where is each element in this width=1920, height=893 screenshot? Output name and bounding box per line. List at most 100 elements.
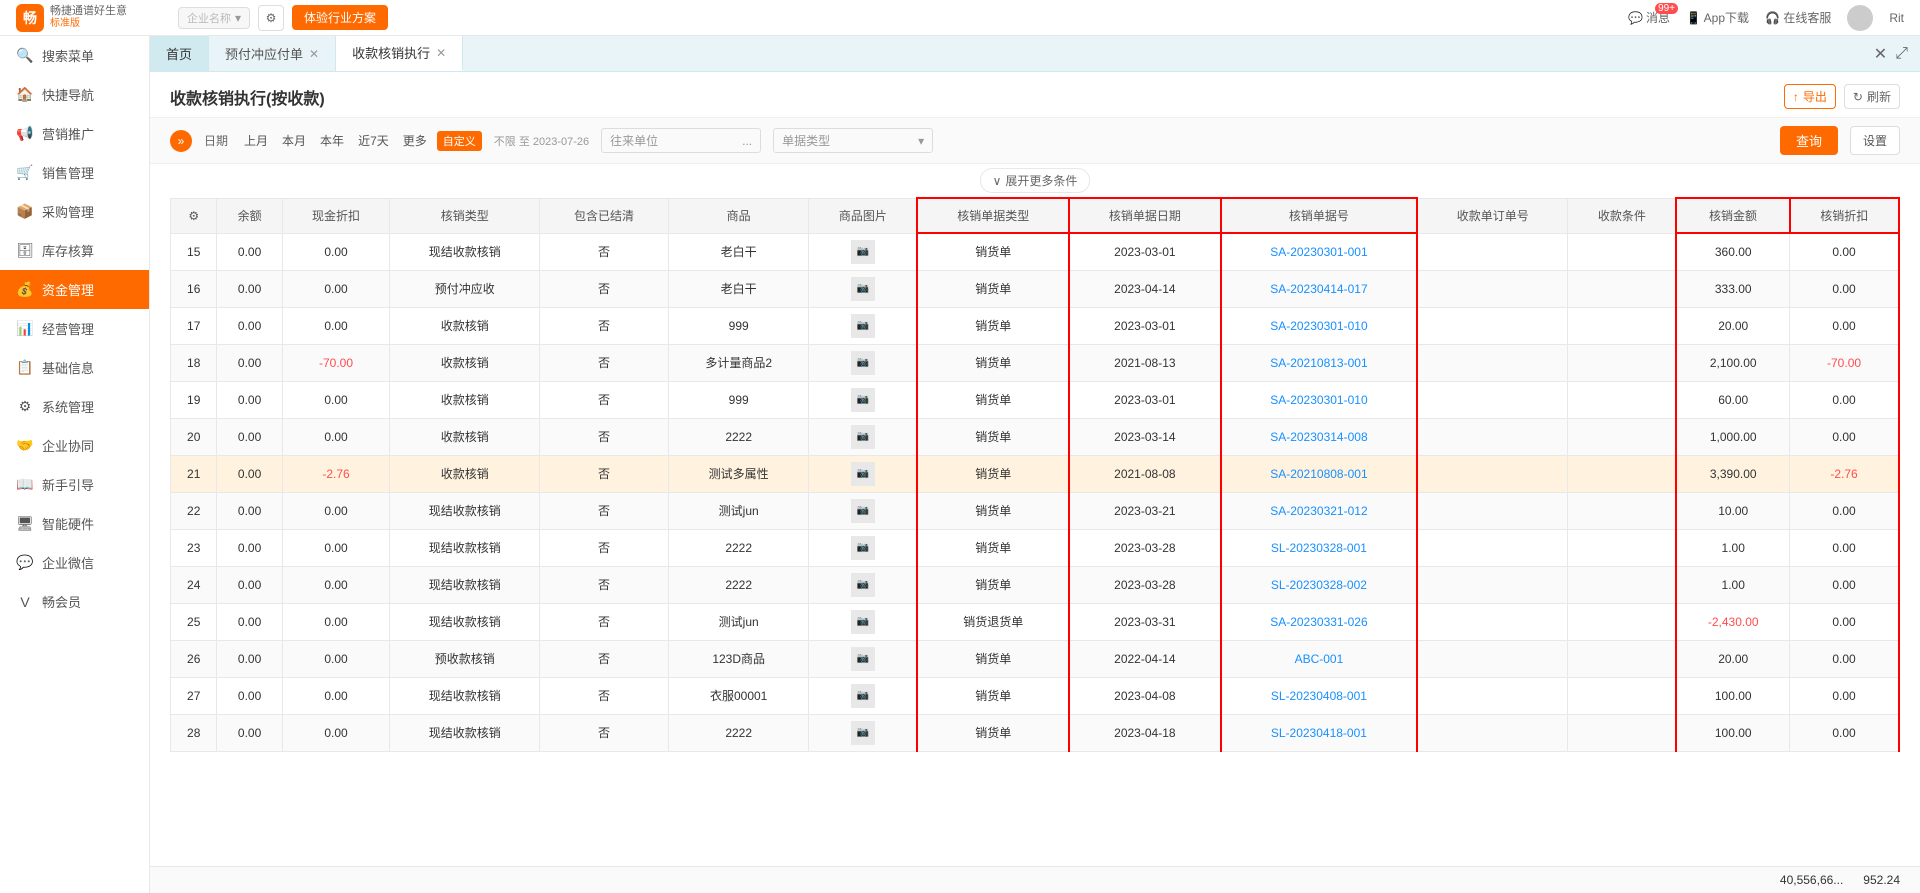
table-row-verify-type: 现结收款核销	[390, 233, 540, 270]
table-row-doc-no[interactable]: SL-20230328-002	[1221, 566, 1417, 603]
filter-settings-button[interactable]: 设置	[1850, 126, 1900, 155]
tab-home[interactable]: 首页	[150, 36, 209, 71]
date-this-month[interactable]: 本月	[278, 130, 310, 151]
sidebar-item-business[interactable]: 📊 经营管理	[0, 309, 149, 348]
refresh-button[interactable]: ↻ 刷新	[1844, 84, 1900, 109]
counterpart-input[interactable]: 往来单位 ...	[601, 128, 761, 153]
query-button[interactable]: 查询	[1780, 126, 1838, 155]
message-button[interactable]: 💬 消息 99+	[1628, 9, 1670, 26]
table-row-discount: 0.00	[1790, 714, 1899, 751]
table-row-doc-no[interactable]: ABC-001	[1221, 640, 1417, 677]
online-service-button[interactable]: 🎧 在线客服	[1765, 9, 1831, 26]
table-row-doc-no[interactable]: SA-20210808-001	[1221, 455, 1417, 492]
table-row-doc-no[interactable]: SL-20230408-001	[1221, 677, 1417, 714]
avatar[interactable]	[1847, 5, 1873, 31]
col-settings[interactable]: ⚙	[171, 198, 217, 233]
table-row-terms	[1568, 418, 1676, 455]
table-row-doc-type: 销货单	[917, 566, 1069, 603]
sidebar-item-guide[interactable]: 📖 新手引导	[0, 465, 149, 504]
industry-button[interactable]: 体验行业方案	[292, 5, 388, 30]
table-row-image: 📷	[809, 344, 917, 381]
table-row-doc-no[interactable]: SA-20230301-001	[1221, 233, 1417, 270]
date-this-year[interactable]: 本年	[316, 130, 348, 151]
tab-expand-icon[interactable]: ⤢	[1895, 45, 1908, 63]
table-row-terms	[1568, 233, 1676, 270]
date-last-month[interactable]: 上月	[240, 130, 272, 151]
sidebar-item-search[interactable]: 🔍 搜索菜单	[0, 36, 149, 75]
date-filter-label: 日期	[204, 132, 228, 149]
sidebar-item-collab[interactable]: 🤝 企业协同	[0, 426, 149, 465]
table-row-terms	[1568, 603, 1676, 640]
sidebar-item-sales[interactable]: 🛒 销售管理	[0, 153, 149, 192]
table-row-id: 27	[171, 677, 217, 714]
tab-prepay[interactable]: 预付冲应付单 ✕	[209, 36, 336, 71]
date-7days[interactable]: 近7天	[354, 130, 393, 151]
table-row-cash-discount: 0.00	[282, 381, 390, 418]
table-row-id: 18	[171, 344, 217, 381]
table-row-cash-discount: 0.00	[282, 677, 390, 714]
table-footer: 40,556,66... 952.24	[150, 866, 1920, 893]
table-area: ⚙ 余额 现金折扣 核销类型 包含已结清 商品 商品图片 核销单据类型 核销单据…	[150, 197, 1920, 866]
sidebar-item-wechat[interactable]: 💬 企业微信	[0, 543, 149, 582]
sidebar-item-marketing[interactable]: 📢 营销推广	[0, 114, 149, 153]
table-row-amount: -2,430.00	[1676, 603, 1789, 640]
table-row-balance: 0.00	[217, 418, 282, 455]
doc-type-select[interactable]: 单据类型 ▾	[773, 128, 933, 153]
app-download-button[interactable]: 📱 App下载	[1686, 9, 1749, 26]
sidebar-item-member[interactable]: V 畅会员	[0, 582, 149, 621]
table-row-amount: 20.00	[1676, 307, 1789, 344]
sidebar-item-purchase[interactable]: 📦 采购管理	[0, 192, 149, 231]
table-row-discount: 0.00	[1790, 418, 1899, 455]
table-row-verify-type: 预收款核销	[390, 640, 540, 677]
export-button[interactable]: ↑ 导出	[1784, 84, 1836, 109]
table-row-product: 测试jun	[668, 492, 809, 529]
top-bar-center: 企业名称 ▾ ⚙ 体验行业方案	[178, 5, 1616, 31]
tab-verify-close[interactable]: ✕	[436, 46, 446, 60]
sidebar-item-nav[interactable]: 🏠 快捷导航	[0, 75, 149, 114]
table-row-cash-discount: -2.76	[282, 455, 390, 492]
table-row-image: 📷	[809, 603, 917, 640]
table-row-cash-discount: 0.00	[282, 714, 390, 751]
table-row-amount: 2,100.00	[1676, 344, 1789, 381]
expand-conditions-button[interactable]: ∨ 展开更多条件	[980, 168, 1091, 193]
header-actions: ↑ 导出 ↻ 刷新	[1784, 84, 1900, 109]
sidebar-item-basic[interactable]: 📋 基础信息	[0, 348, 149, 387]
date-custom-button[interactable]: 自定义	[437, 131, 482, 151]
table-row-discount: 0.00	[1790, 566, 1899, 603]
tab-prepay-close[interactable]: ✕	[309, 47, 319, 61]
table-row-doc-no[interactable]: SA-20230414-017	[1221, 270, 1417, 307]
table-row-discount: 0.00	[1790, 233, 1899, 270]
sidebar-item-system[interactable]: ⚙ 系统管理	[0, 387, 149, 426]
table-row-image: 📷	[809, 714, 917, 751]
table-row-product: 999	[668, 381, 809, 418]
table-row-doc-no[interactable]: SA-20230301-010	[1221, 307, 1417, 344]
page-title: 收款核销执行(按收款)	[170, 85, 325, 109]
table-row-doc-no[interactable]: SL-20230418-001	[1221, 714, 1417, 751]
filter-toggle-button[interactable]: »	[170, 130, 192, 152]
company-selector[interactable]: 企业名称 ▾	[178, 7, 250, 29]
table-row-doc-date: 2023-03-28	[1069, 529, 1221, 566]
table-row-doc-no[interactable]: SA-20230301-010	[1221, 381, 1417, 418]
table-row-doc-no[interactable]: SL-20230328-001	[1221, 529, 1417, 566]
date-more[interactable]: 更多	[399, 130, 431, 151]
tab-close-all-icon[interactable]: ✕	[1874, 44, 1887, 64]
table-row-doc-type: 销货单	[917, 344, 1069, 381]
sidebar-item-inventory[interactable]: 🗄 库存核算	[0, 231, 149, 270]
table-row-doc-type: 销货单	[917, 307, 1069, 344]
table-row-amount: 3,390.00	[1676, 455, 1789, 492]
table-row-doc-no[interactable]: SA-20230331-026	[1221, 603, 1417, 640]
settings-icon[interactable]: ⚙	[258, 5, 284, 31]
table-row-discount: 0.00	[1790, 529, 1899, 566]
sidebar-item-hardware[interactable]: 🖥 智能硬件	[0, 504, 149, 543]
tab-verify[interactable]: 收款核销执行 ✕	[336, 36, 463, 71]
sidebar-item-finance[interactable]: 💰 资金管理	[0, 270, 149, 309]
table-row-verify-type: 收款核销	[390, 455, 540, 492]
col-order-id: 收款单订单号	[1417, 198, 1568, 233]
table-row-doc-no[interactable]: SA-20230321-012	[1221, 492, 1417, 529]
table-row-balance: 0.00	[217, 714, 282, 751]
table-row-image: 📷	[809, 418, 917, 455]
table-row-balance: 0.00	[217, 233, 282, 270]
table-row-doc-no[interactable]: SA-20230314-008	[1221, 418, 1417, 455]
search-icon: 🔍	[16, 47, 34, 65]
table-row-doc-no[interactable]: SA-20210813-001	[1221, 344, 1417, 381]
